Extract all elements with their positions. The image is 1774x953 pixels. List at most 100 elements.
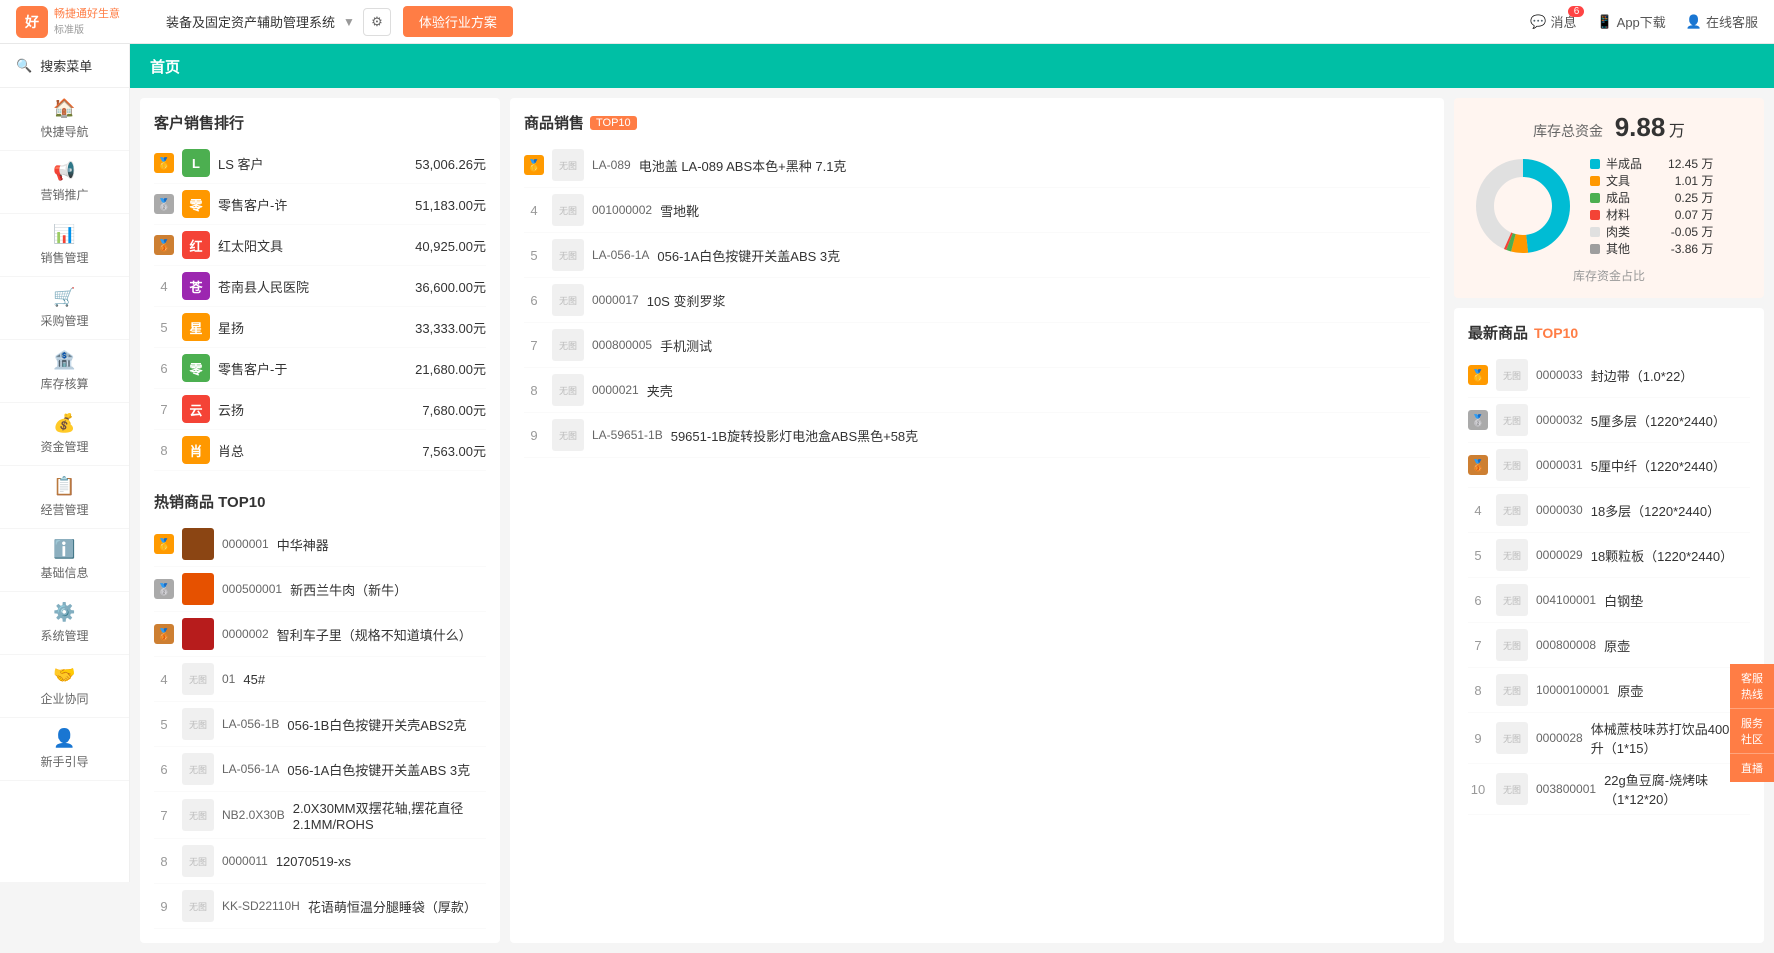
search-menu[interactable]: 🔍 搜索菜单: [0, 44, 129, 88]
cs-live-button[interactable]: 直播: [1730, 754, 1774, 782]
amount: 51,183.00元: [415, 195, 486, 214]
app-download-label: App下载: [1617, 12, 1666, 31]
rank-icon: 🥈: [1468, 410, 1488, 430]
product-code: 0000028: [1536, 731, 1583, 745]
inventory-unit: 万: [1669, 123, 1685, 140]
sidebar-item-operations[interactable]: 📋 经营管理: [0, 466, 129, 529]
hot-products-title: 热销商品 TOP10: [154, 491, 265, 512]
legend-name: 文具: [1606, 172, 1630, 189]
sidebar-item-purchase[interactable]: 🛒 采购管理: [0, 277, 129, 340]
product-image: [182, 618, 214, 650]
amount: 36,600.00元: [415, 277, 486, 296]
sales-ranking-list: 🥇 L LS 客户 53,006.26元 🥈 零 零售客户-许 51,183.0…: [154, 143, 486, 471]
product-image: [182, 528, 214, 560]
new-products-panel: 最新商品 TOP10 🥇 无图 0000033 封边带（1.0*22） 🥈 无图…: [1454, 308, 1764, 943]
list-item: 9 无图 0000028 体械蔗枝味苏打饮品400毫升（1*15）: [1468, 713, 1750, 764]
list-item: 10 无图 003800001 22g鱼豆腐-烧烤味（1*12*20）: [1468, 764, 1750, 815]
list-item: 6 无图 LA-056-1A 056-1A白色按键开关盖ABS 3克: [154, 747, 486, 792]
sidebar-item-basic-info[interactable]: ℹ️ 基础信息: [0, 529, 129, 592]
sidebar-item-sales[interactable]: 📊 销售管理: [0, 214, 129, 277]
amount: 7,563.00元: [422, 441, 486, 460]
product-name: 5厘中纤（1220*2440）: [1591, 456, 1750, 475]
product-code: 0000031: [1536, 458, 1583, 472]
product-name: 白钢垫: [1604, 591, 1750, 610]
product-image: 无图: [182, 753, 214, 785]
amount: 53,006.26元: [415, 154, 486, 173]
app-download-button[interactable]: 📱 App下载: [1596, 12, 1665, 31]
sidebar-label-purchase: 采购管理: [40, 312, 88, 329]
operations-icon: 📋: [53, 476, 75, 497]
sidebar-item-quick-nav[interactable]: 🏠 快捷导航: [0, 88, 129, 151]
sidebar: 🔍 搜索菜单 🏠 快捷导航 📢 营销推广 📊 销售管理 🛒 采购管理 🏦 库存核…: [0, 44, 130, 882]
new-products-list: 🥇 无图 0000033 封边带（1.0*22） 🥈 无图 0000032 5厘…: [1468, 353, 1750, 815]
top10-label: TOP10: [1534, 325, 1578, 341]
message-button[interactable]: 💬 消息 6: [1530, 12, 1576, 31]
product-code: NB2.0X30B: [222, 808, 285, 822]
sidebar-item-inventory[interactable]: 🏦 库存核算: [0, 340, 129, 403]
list-item: 8 无图 10000100001 原壶: [1468, 668, 1750, 713]
rank-number: 🥇: [154, 153, 174, 173]
top10-badge: TOP10: [590, 116, 637, 130]
sidebar-item-marketing[interactable]: 📢 营销推广: [0, 151, 129, 214]
product-code: 0000033: [1536, 368, 1583, 382]
search-icon: 🔍: [16, 58, 32, 74]
sidebar-label-quick-nav: 快捷导航: [40, 123, 88, 140]
online-service-button[interactable]: 👤 在线客服: [1686, 12, 1758, 31]
inventory-legend: 半成品 12.45 万 文具 1.01 万 成品 0.25 万: [1590, 155, 1713, 257]
product-name: 10S 变刹罗浆: [647, 291, 1430, 310]
gear-button[interactable]: ⚙: [363, 8, 391, 36]
sidebar-label-finance: 资金管理: [40, 438, 88, 455]
legend-color-dot: [1590, 210, 1600, 220]
product-name: 夹壳: [647, 381, 1430, 400]
product-name: 中华神器: [277, 535, 486, 554]
product-name: 12070519-xs: [276, 854, 486, 869]
list-item: 5 无图 LA-056-1A 056-1A白色按键开关盖ABS 3克: [524, 233, 1430, 278]
online-service-label: 在线客服: [1706, 12, 1758, 31]
sidebar-label-marketing: 营销推广: [40, 186, 88, 203]
logo-badge: 标准版: [54, 21, 120, 36]
service-icon: 👤: [1686, 14, 1702, 30]
product-name: 新西兰牛肉（新牛）: [290, 580, 486, 599]
legend-name: 材料: [1606, 206, 1630, 223]
inventory-icon: 🏦: [53, 350, 75, 371]
rank-number: 9: [154, 899, 174, 914]
purchase-icon: 🛒: [53, 287, 75, 308]
trial-button[interactable]: 体验行业方案: [403, 6, 513, 37]
product-image: 无图: [1496, 674, 1528, 706]
message-icon: 💬: [1530, 14, 1546, 30]
sales-ranking-panel: 客户销售排行 🥇 L LS 客户 53,006.26元 🥈 零 零售客户-许 5…: [140, 98, 500, 943]
product-code: LA-056-1A: [592, 248, 649, 262]
legend-value: 1.01 万: [1655, 172, 1714, 189]
sidebar-item-finance[interactable]: 💰 资金管理: [0, 403, 129, 466]
legend-item: 半成品 12.45 万: [1590, 155, 1713, 172]
cs-hotline-button[interactable]: 客服热线: [1730, 664, 1774, 709]
rank-number: 7: [1468, 638, 1488, 653]
product-code: 0000030: [1536, 503, 1583, 517]
list-item: 7 无图 000800008 原壶: [1468, 623, 1750, 668]
hot-products-section: 热销商品 TOP10 🥇 0000001 中华神器 🥈 000500001 新西…: [154, 491, 486, 929]
product-image: 无图: [1496, 449, 1528, 481]
sidebar-item-system[interactable]: ⚙️ 系统管理: [0, 592, 129, 655]
avatar: L: [182, 149, 210, 177]
product-code: 0000017: [592, 293, 639, 307]
product-image: 无图: [552, 149, 584, 181]
rank-number: 4: [154, 279, 174, 294]
product-code: KK-SD22110H: [222, 899, 300, 913]
rank-number: 6: [1468, 593, 1488, 608]
rank-number: 5: [154, 320, 174, 335]
avatar: 红: [182, 231, 210, 259]
chevron-down-icon[interactable]: ▼: [343, 15, 355, 29]
list-item: 6 无图 004100001 白钢垫: [1468, 578, 1750, 623]
sidebar-item-guide[interactable]: 👤 新手引导: [0, 718, 129, 781]
list-item: 🥇 无图 LA-089 电池盖 LA-089 ABS本色+黑种 7.1克: [524, 143, 1430, 188]
product-sales-panel: 商品销售 TOP10 🥇 无图 LA-089 电池盖 LA-089 ABS本色+…: [510, 98, 1444, 943]
cs-community-button[interactable]: 服务社区: [1730, 709, 1774, 754]
table-row: 🥇 L LS 客户 53,006.26元: [154, 143, 486, 184]
message-badge: 6: [1568, 6, 1584, 17]
customer-service-panel: 客服热线 服务社区 直播: [1730, 664, 1774, 782]
system-selector[interactable]: 装备及固定资产辅助管理系统 ▼: [166, 12, 355, 31]
donut-chart: [1468, 151, 1578, 261]
table-row: 🥈 零 零售客户-许 51,183.00元: [154, 184, 486, 225]
sidebar-item-enterprise[interactable]: 🤝 企业协同: [0, 655, 129, 718]
product-image: 无图: [552, 284, 584, 316]
